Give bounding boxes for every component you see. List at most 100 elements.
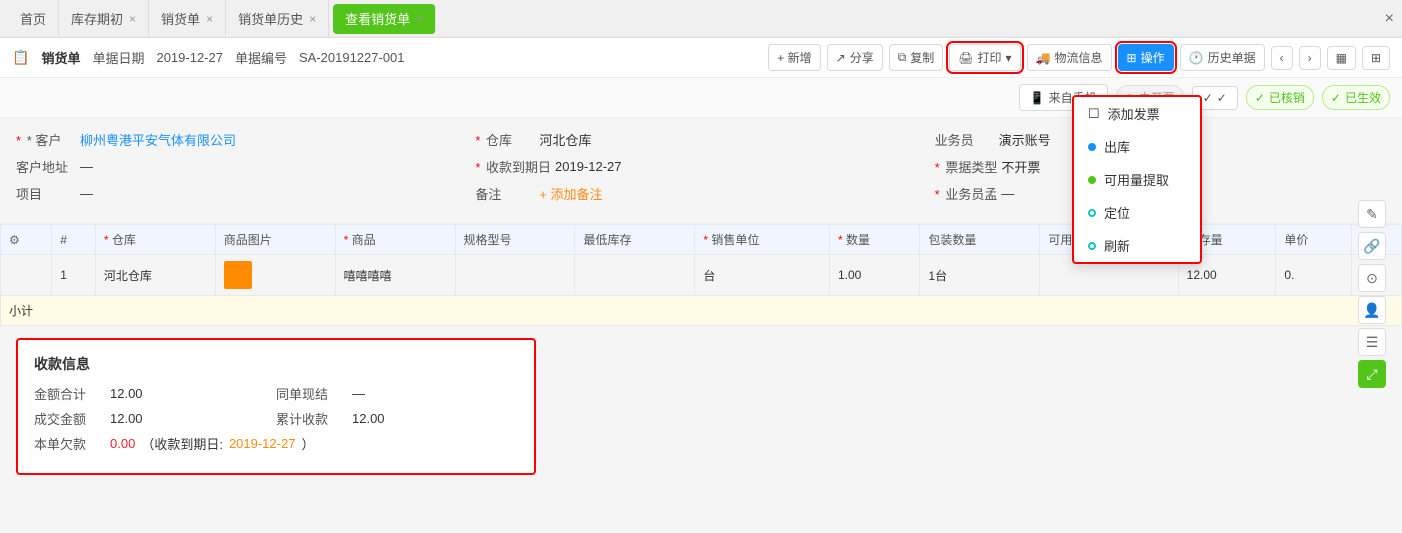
dropdown-outbound[interactable]: 出库 — [1074, 130, 1200, 163]
payment-same-order-col: 同单现结 — — [276, 384, 518, 403]
row-spec — [455, 255, 575, 296]
tab-view-sale-label: 查看销货单 — [345, 9, 410, 28]
new-button[interactable]: + 新增 — [768, 44, 820, 71]
note-field: 备注 + 添加备注 — [475, 184, 926, 203]
warehouse-field: * 仓库 河北仓库 — [475, 130, 926, 149]
payment-cumulative-col: 累计收款 12.00 — [276, 409, 518, 428]
tab-inventory-close[interactable]: × — [129, 12, 136, 26]
history-label: 历史单据 — [1208, 49, 1256, 66]
confirm-label: ✓ — [1217, 91, 1227, 105]
dropdown-available-qty[interactable]: 可用量提取 — [1074, 163, 1200, 196]
doc-no-label: 单据编号 — [235, 48, 287, 67]
prev-button[interactable]: ‹ — [1271, 46, 1293, 70]
payment-owe-date: 2019-12-27 — [229, 436, 296, 451]
next-button[interactable]: › — [1299, 46, 1321, 70]
eye-icon: ⊙ — [1366, 270, 1378, 287]
col-unit: 销售单位 — [695, 225, 830, 255]
dropdown-locate[interactable]: 定位 — [1074, 196, 1200, 229]
payment-same-order-value: — — [352, 386, 365, 401]
row-qty: 1.00 — [830, 255, 920, 296]
history-icon: 🕐 — [1189, 51, 1204, 65]
payment-total-label: 金额合计 — [34, 384, 104, 403]
effective-icon: ✓ — [1331, 91, 1341, 105]
col-price: 单价 — [1276, 225, 1352, 255]
tab-home-label: 首页 — [20, 9, 46, 28]
doc-info: 📋 销货单 单据日期 2019-12-27 单据编号 SA-20191227-0… — [12, 48, 760, 67]
payment-owe-end: ） — [301, 434, 314, 453]
settings-icon: ⚙ — [9, 233, 20, 247]
product-thumbnail — [224, 261, 252, 289]
payment-owe-suffix: （收款到期日: — [141, 434, 223, 453]
doc-icon: 📋 — [12, 49, 29, 66]
payment-due-field: * 收款到期日 2019-12-27 — [475, 157, 926, 176]
person-icon: 👤 — [1363, 302, 1380, 319]
project-label: 项目 — [16, 184, 76, 203]
list-icon: ☰ — [1366, 334, 1379, 351]
add-note-button[interactable]: + 添加备注 — [539, 184, 602, 203]
doc-no-value: SA-20191227-001 — [299, 50, 405, 65]
payment-deal-label: 成交金额 — [34, 409, 104, 428]
refresh-dot — [1088, 242, 1096, 250]
grid2-button[interactable]: ⊞ — [1362, 46, 1390, 70]
tab-sale-history[interactable]: 销货单历史 × — [226, 0, 329, 38]
print-button[interactable]: 🖨 打印 ▾ — [949, 44, 1020, 71]
sidebar-eye-btn[interactable]: ⊙ — [1358, 264, 1386, 292]
tab-inventory[interactable]: 库存期初 × — [59, 0, 149, 38]
sidebar-expand-btn[interactable]: ⤢ — [1358, 360, 1386, 388]
print-icon: 🖨 — [958, 51, 973, 65]
salesperson-value: — — [1001, 186, 1014, 201]
edit-icon: ✎ — [1366, 206, 1378, 223]
address-field: 客户地址 — — [16, 157, 467, 176]
dropdown-add-invoice[interactable]: ☐ 添加发票 — [1074, 97, 1200, 130]
tab-view-sale-close[interactable]: × — [416, 12, 423, 26]
tab-sale-close[interactable]: × — [206, 12, 213, 26]
tab-view-sale[interactable]: 查看销货单 × — [333, 4, 436, 34]
sidebar-edit-btn[interactable]: ✎ — [1358, 200, 1386, 228]
add-invoice-label: 添加发票 — [1108, 104, 1160, 123]
history-button[interactable]: 🕐 历史单据 — [1180, 44, 1265, 71]
tab-sale-label: 销货单 — [161, 9, 200, 28]
locate-dot — [1088, 209, 1096, 217]
payment-cumulative-label: 累计收款 — [276, 409, 346, 428]
payment-row-1: 金额合计 12.00 同单现结 — — [34, 384, 518, 403]
payment-section: 收款信息 金额合计 12.00 同单现结 — 成交金额 12.00 累计收款 1… — [16, 338, 536, 475]
copy-label: 复制 — [910, 49, 934, 66]
payment-due-label: * 收款到期日 — [475, 157, 551, 176]
grid1-button[interactable]: ▦ — [1327, 46, 1356, 70]
operation-button[interactable]: ⊞ 操作 — [1118, 44, 1174, 71]
tab-sale-history-close[interactable]: × — [309, 12, 316, 26]
ticket-type-value: 不开票 — [1001, 157, 1040, 176]
customer-label: * * 客户 — [16, 130, 76, 149]
customer-value[interactable]: 柳州粤港平安气体有限公司 — [80, 130, 236, 149]
sidebar-link-btn[interactable]: 🔗 — [1358, 232, 1386, 260]
print-label: 打印 — [978, 49, 1002, 66]
project-field: 项目 — — [16, 184, 467, 203]
tab-sale[interactable]: 销货单 × — [149, 0, 226, 38]
dropdown-refresh[interactable]: 刷新 — [1074, 229, 1200, 262]
payment-row-3: 本单欠款 0.00 （收款到期日: 2019-12-27 ） — [34, 434, 518, 453]
window-close-button[interactable]: × — [1385, 10, 1394, 28]
row-image — [215, 255, 335, 296]
sidebar-list-btn[interactable]: ☰ — [1358, 328, 1386, 356]
outbound-label: 出库 — [1104, 137, 1130, 156]
note-label: 备注 — [475, 184, 535, 203]
tab-inventory-label: 库存期初 — [71, 9, 123, 28]
logistics-button[interactable]: 🚚 物流信息 — [1027, 44, 1112, 71]
logistics-label: 物流信息 — [1055, 49, 1103, 66]
doc-date-value: 2019-12-27 — [156, 50, 223, 65]
col-spec: 规格型号 — [455, 225, 575, 255]
tab-home[interactable]: 首页 — [8, 0, 59, 38]
doc-title: 销货单 — [41, 48, 80, 67]
expand-icon: ⤢ — [1366, 366, 1377, 383]
sold-icon: ✓ — [1255, 91, 1265, 105]
row-seq: 1 — [52, 255, 96, 296]
col-settings[interactable]: ⚙ — [1, 225, 52, 255]
sidebar-person-btn[interactable]: 👤 — [1358, 296, 1386, 324]
sold-badge: ✓ 已核销 — [1246, 85, 1314, 110]
subtotal-label: 小计 — [1, 296, 1402, 326]
staff-label: 业务员 — [935, 130, 995, 149]
print-dropdown-icon: ▾ — [1006, 51, 1012, 65]
payment-total-value: 12.00 — [110, 386, 143, 401]
copy-button[interactable]: ⧉ 复制 — [889, 44, 944, 71]
share-button[interactable]: ↗ 分享 — [827, 44, 883, 71]
